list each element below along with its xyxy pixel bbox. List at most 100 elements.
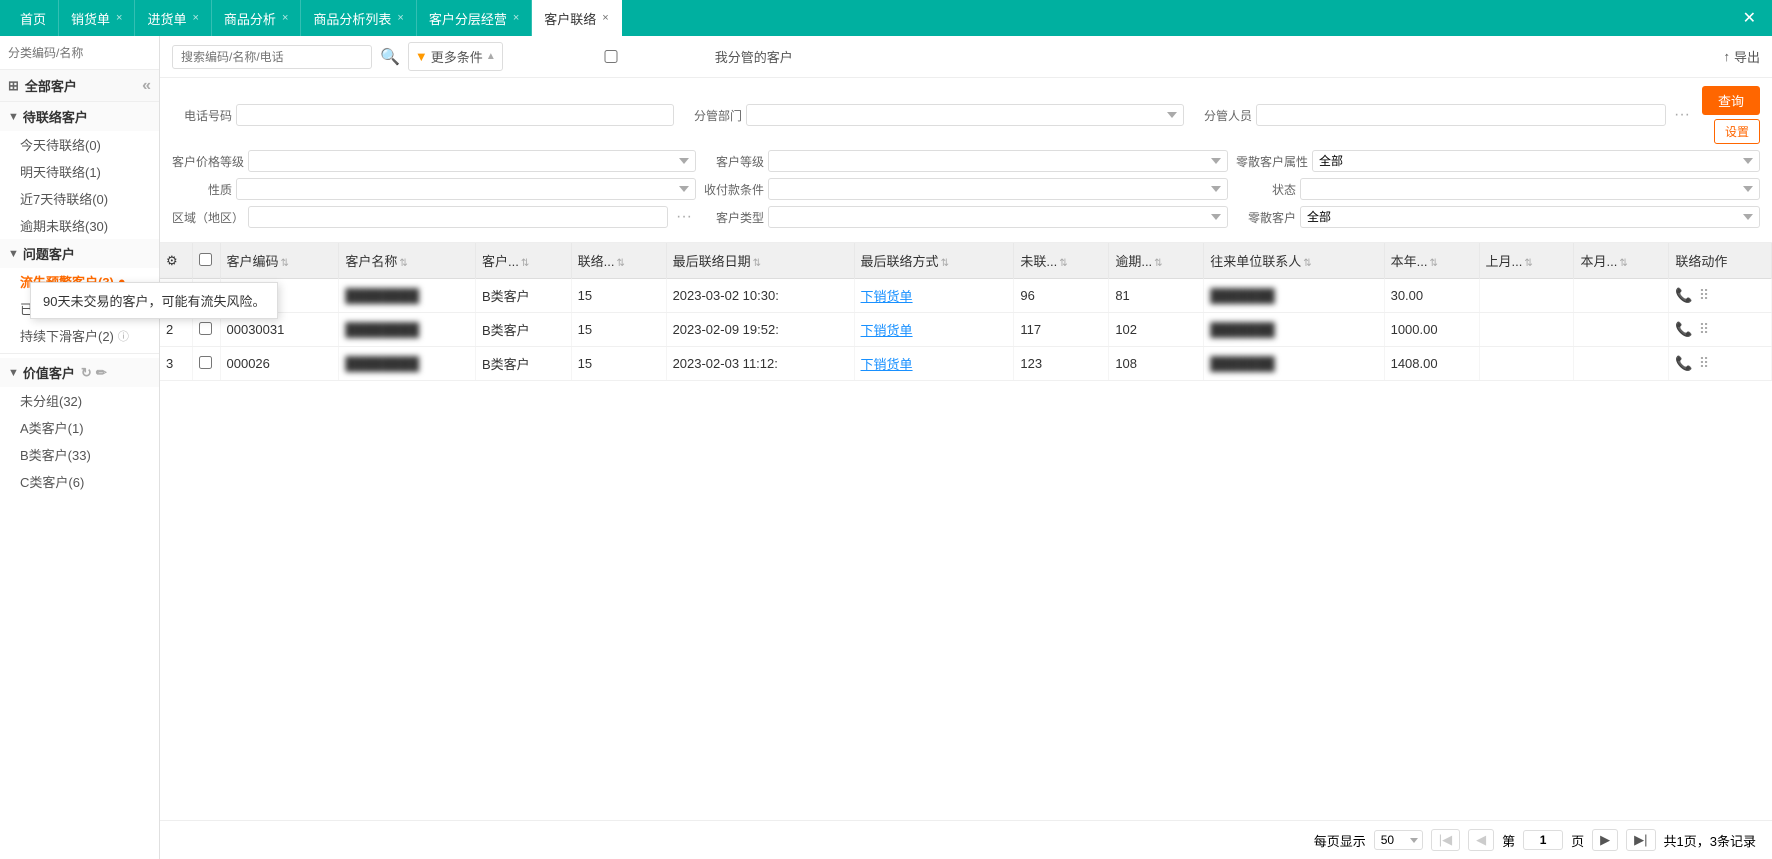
tab-purchase-close[interactable]: × [192, 12, 198, 24]
th-code[interactable]: 客户编码⇅ [220, 243, 339, 279]
td-checkbox-2[interactable] [192, 347, 220, 381]
th-last-way[interactable]: 最后联络方式⇅ [854, 243, 1014, 279]
row-checkbox-2[interactable] [199, 356, 212, 369]
td-action-0[interactable]: 📞 ⠿ [1669, 279, 1772, 313]
sidebar-item-ungroup[interactable]: 未分组(32) [0, 387, 159, 414]
next-page-button[interactable]: ▶ [1592, 829, 1618, 851]
region-input[interactable] [248, 206, 668, 228]
action-more-icon-1[interactable]: ⠿ [1699, 321, 1709, 338]
customer-level-select[interactable] [768, 150, 1228, 172]
th-checkbox[interactable] [192, 243, 220, 279]
grid-icon: ⊞ [8, 78, 19, 94]
sidebar-item-today-contact[interactable]: 今天待联络(0) [0, 131, 159, 158]
search-input[interactable] [172, 45, 372, 69]
th-level[interactable]: 客户...⇅ [476, 243, 572, 279]
sidebar-search-input[interactable] [8, 46, 160, 60]
value-edit-icon[interactable]: ✏ [96, 365, 107, 381]
tab-goods-analysis-close[interactable]: × [282, 12, 288, 24]
th-settings[interactable]: ⚙ [160, 243, 192, 279]
gender-select[interactable] [236, 178, 696, 200]
th-unlisted[interactable]: 未联...⇅ [1014, 243, 1109, 279]
sidebar-item-b-class[interactable]: B类客户(33) [0, 441, 159, 468]
more-conditions-button[interactable]: ▼ 更多条件 ▲ [408, 42, 503, 71]
dropdown-icon: ▲ [486, 51, 496, 62]
declining-info-icon[interactable]: ⓘ [118, 328, 129, 344]
sidebar-item-overdue-contact[interactable]: 逾期未联络(30) [0, 212, 159, 239]
th-contact[interactable]: 联络...⇅ [571, 243, 666, 279]
action-contact-icon-0[interactable]: 📞 [1675, 287, 1692, 304]
filter-icon: ▼ [415, 49, 428, 64]
sort-icon-overdue: ⇅ [1154, 258, 1162, 269]
action-contact-icon-2[interactable]: 📞 [1675, 355, 1692, 372]
my-customers-checkbox-label[interactable]: 我分管的客户 [511, 47, 793, 66]
action-contact-icon-1[interactable]: 📞 [1675, 321, 1692, 338]
status-select[interactable] [1300, 178, 1760, 200]
tab-purchase[interactable]: 进货单 × [135, 0, 211, 36]
tab-goods-list-close[interactable]: × [397, 12, 403, 24]
value-refresh-icon[interactable]: ↻ [81, 365, 92, 381]
td-last-way-2[interactable]: 下销货单 [854, 347, 1014, 381]
sidebar-collapse-icon[interactable]: « [142, 77, 151, 95]
th-overdue[interactable]: 逾期...⇅ [1109, 243, 1204, 279]
prev-page-button[interactable]: ◀ [1468, 829, 1494, 851]
sidebar-group-value[interactable]: ▼ 价值客户 ↻ ✏ [0, 358, 159, 387]
customer-type-select[interactable] [768, 206, 1228, 228]
th-last-date[interactable]: 最后联络日期⇅ [666, 243, 854, 279]
sort-icon-last-month: ⇅ [1524, 258, 1532, 269]
td-action-1[interactable]: 📞 ⠿ [1669, 313, 1772, 347]
tab-customer-layer-close[interactable]: × [513, 12, 519, 24]
last-page-button[interactable]: ▶| [1626, 829, 1655, 851]
sidebar-divider [0, 353, 159, 354]
sidebar-item-a-class[interactable]: A类客户(1) [0, 414, 159, 441]
td-action-2[interactable]: 📞 ⠿ [1669, 347, 1772, 381]
tab-home[interactable]: 首页 [8, 0, 59, 36]
sidebar-group-problem[interactable]: ▼ 问题客户 [0, 239, 159, 268]
data-table: ⚙ 客户编码⇅ 客户名称⇅ 客户...⇅ 联络...⇅ 最后联络日期⇅ 最后联络… [160, 243, 1772, 381]
sort-icon-contact: ⇅ [616, 258, 624, 269]
td-last-way-1[interactable]: 下销货单 [854, 313, 1014, 347]
select-all-checkbox[interactable] [199, 253, 212, 266]
region-dots[interactable]: ··· [672, 208, 696, 226]
sidebar-group-pending[interactable]: ▼ 待联络客户 [0, 102, 159, 131]
my-customers-checkbox[interactable] [511, 50, 711, 63]
export-button[interactable]: ↑ 导出 [1723, 47, 1760, 66]
search-button[interactable]: 🔍 [380, 47, 400, 67]
window-close-button[interactable]: ✕ [1735, 8, 1764, 28]
tab-customer-layer[interactable]: 客户分层经营 × [417, 0, 532, 36]
phone-input[interactable] [236, 104, 674, 126]
tab-customer-contact[interactable]: 客户联络 × [532, 0, 621, 36]
zero-attr-select[interactable]: 全部 [1312, 150, 1760, 172]
tab-sales-close[interactable]: × [116, 12, 122, 24]
pagination-bar: 每页显示 50 100 200 |◀ ◀ 第 1 页 ▶ ▶| 共1页，3条记录 [160, 820, 1772, 859]
row-checkbox-1[interactable] [199, 322, 212, 335]
th-contact-person[interactable]: 往来单位联系人⇅ [1204, 243, 1384, 279]
setting-button[interactable]: 设置 [1714, 119, 1760, 144]
th-last-month[interactable]: 上月...⇅ [1479, 243, 1574, 279]
payment-select[interactable] [768, 178, 1228, 200]
tab-sales[interactable]: 销货单 × [59, 0, 135, 36]
zero-customer-select[interactable]: 全部 [1300, 206, 1760, 228]
manager-dots[interactable]: ··· [1670, 106, 1694, 124]
action-more-icon-2[interactable]: ⠿ [1699, 355, 1709, 372]
dept-select[interactable] [746, 104, 1184, 126]
sidebar-item-declining[interactable]: 持续下滑客户(2) ⓘ [0, 322, 159, 349]
query-button[interactable]: 查询 [1702, 86, 1760, 115]
price-level-select[interactable] [248, 150, 696, 172]
sidebar-item-tomorrow-contact[interactable]: 明天待联络(1) [0, 158, 159, 185]
td-last-way-0[interactable]: 下销货单 [854, 279, 1014, 313]
sidebar-item-c-class[interactable]: C类客户(6) [0, 468, 159, 495]
sidebar-item-7days-contact[interactable]: 近7天待联络(0) [0, 185, 159, 212]
page-number-input[interactable]: 1 [1523, 830, 1563, 850]
action-more-icon-0[interactable]: ⠿ [1699, 287, 1709, 304]
th-name[interactable]: 客户名称⇅ [339, 243, 476, 279]
manager-input[interactable] [1256, 104, 1666, 126]
tab-goods-list[interactable]: 商品分析列表 × [301, 0, 416, 36]
first-page-button[interactable]: |◀ [1431, 829, 1460, 851]
tab-goods-analysis[interactable]: 商品分析 × [212, 0, 301, 36]
tab-customer-contact-close[interactable]: × [602, 12, 608, 24]
th-this-year[interactable]: 本年...⇅ [1384, 243, 1479, 279]
sidebar-all-customers[interactable]: ⊞ 全部客户 « [0, 70, 159, 102]
page-size-select[interactable]: 50 100 200 [1374, 830, 1423, 850]
data-table-container: ⚙ 客户编码⇅ 客户名称⇅ 客户...⇅ 联络...⇅ 最后联络日期⇅ 最后联络… [160, 243, 1772, 820]
th-this-month[interactable]: 本月...⇅ [1574, 243, 1669, 279]
